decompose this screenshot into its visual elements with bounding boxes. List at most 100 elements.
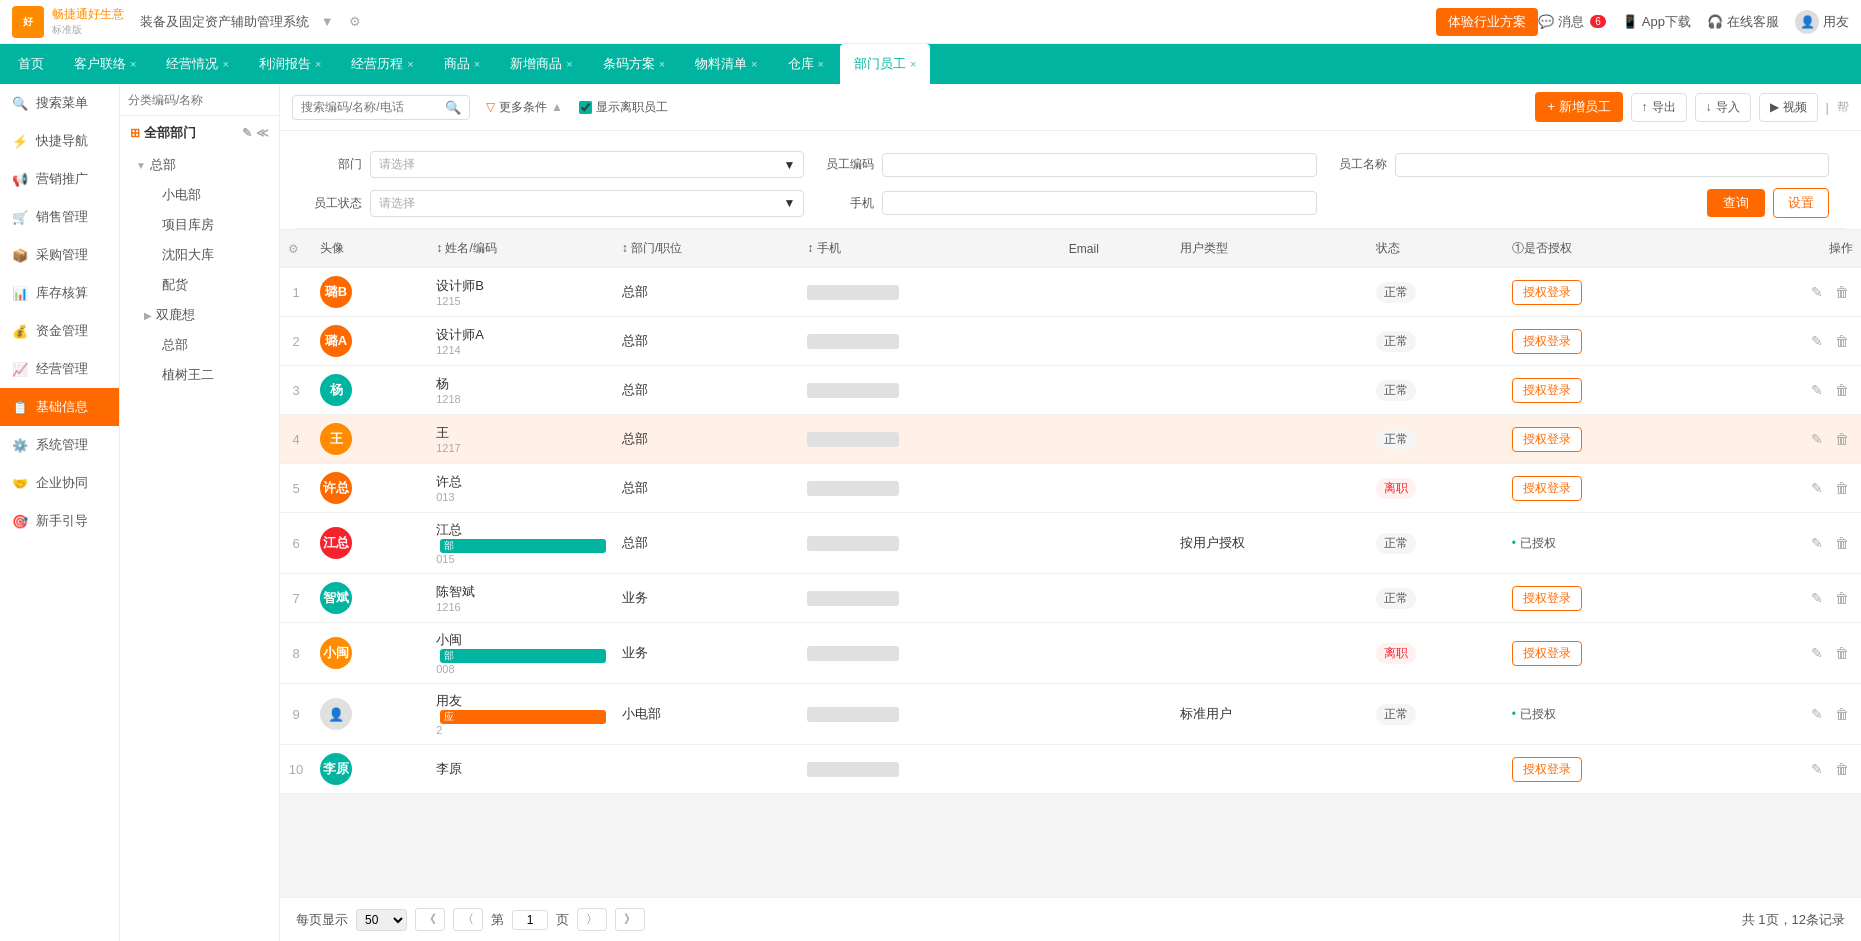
view-btn[interactable]: ▶ 视频 xyxy=(1759,93,1818,122)
phone-input[interactable] xyxy=(882,191,1316,215)
tab-close-icon[interactable]: × xyxy=(315,58,321,70)
filter-search-box[interactable]: 🔍 xyxy=(292,95,470,120)
auth-btn[interactable]: 授权登录 xyxy=(1512,280,1582,305)
help-icon[interactable]: | xyxy=(1826,100,1829,115)
auth-btn[interactable]: 授权登录 xyxy=(1512,427,1582,452)
dept-filter-select[interactable]: 请选择 ▼ xyxy=(370,151,804,178)
nav-tab-仓库[interactable]: 仓库× xyxy=(774,44,838,84)
delete-btn[interactable]: 🗑 xyxy=(1831,759,1853,779)
sidebar-item-guide[interactable]: 🎯新手引导 xyxy=(0,502,119,540)
tab-close-icon[interactable]: × xyxy=(818,58,824,70)
delete-btn[interactable]: 🗑 xyxy=(1831,282,1853,302)
collapse-arrow-icon[interactable]: ▼ xyxy=(136,160,146,171)
dept-node-沈阳大库[interactable]: 沈阳大库 xyxy=(120,240,279,270)
auth-btn[interactable]: 授权登录 xyxy=(1512,757,1582,782)
sidebar-item-system[interactable]: ⚙️系统管理 xyxy=(0,426,119,464)
edit-btn[interactable]: ✎ xyxy=(1807,478,1827,498)
dept-node-项目库房[interactable]: 项目库房 xyxy=(120,210,279,240)
tab-close-icon[interactable]: × xyxy=(130,58,136,70)
auth-btn[interactable]: 授权登录 xyxy=(1512,641,1582,666)
auth-btn[interactable]: 授权登录 xyxy=(1512,476,1582,501)
sidebar-item-sales[interactable]: 🛒销售管理 xyxy=(0,198,119,236)
dept-node-总部[interactable]: 总部 xyxy=(120,330,279,360)
dept-node-植树王二[interactable]: 植树王二 xyxy=(120,360,279,390)
delete-btn[interactable]: 🗑 xyxy=(1831,380,1853,400)
auth-btn[interactable]: 授权登录 xyxy=(1512,329,1582,354)
dept-search-input[interactable] xyxy=(128,93,278,107)
th-dept[interactable]: ↕ 部门/职位 xyxy=(614,230,800,268)
nav-tab-新增商品[interactable]: 新增商品× xyxy=(496,44,586,84)
last-page-btn[interactable]: 》 xyxy=(615,908,645,931)
th-name-code[interactable]: ↕ 姓名/编码 xyxy=(428,230,614,268)
nav-tab-客户联络[interactable]: 客户联络× xyxy=(60,44,150,84)
delete-btn[interactable]: 🗑 xyxy=(1831,588,1853,608)
dept-collapse-icon[interactable]: ≪ xyxy=(256,126,269,140)
more-icon[interactable]: 帮 xyxy=(1837,99,1849,116)
edit-btn[interactable]: ✎ xyxy=(1807,759,1827,779)
show-resigned-check[interactable]: 显示离职员工 xyxy=(579,99,668,116)
sidebar-item-basic[interactable]: 📋基础信息 xyxy=(0,388,119,426)
tab-close-icon[interactable]: × xyxy=(659,58,665,70)
collapse-arrow-icon[interactable]: ▶ xyxy=(144,310,152,321)
dept-node-总部[interactable]: ▼总部 xyxy=(120,150,279,180)
sidebar-item-finance[interactable]: 💰资金管理 xyxy=(0,312,119,350)
delete-btn[interactable]: 🗑 xyxy=(1831,478,1853,498)
dept-node-双鹿想[interactable]: ▶双鹿想 xyxy=(120,300,279,330)
auth-btn[interactable]: 授权登录 xyxy=(1512,586,1582,611)
message-btn[interactable]: 💬 消息 6 xyxy=(1538,13,1606,31)
next-page-btn[interactable]: 〉 xyxy=(577,908,607,931)
show-resigned-checkbox[interactable] xyxy=(579,101,592,114)
add-employee-btn[interactable]: + 新增员工 xyxy=(1535,92,1622,122)
sidebar-item-marketing[interactable]: 📢营销推广 xyxy=(0,160,119,198)
dropdown-arrow-icon[interactable]: ▼ xyxy=(321,14,334,29)
tab-close-icon[interactable]: × xyxy=(407,58,413,70)
tab-close-icon[interactable]: × xyxy=(910,58,916,70)
emp-status-select[interactable]: 请选择 ▼ xyxy=(370,190,804,217)
emp-name-input[interactable] xyxy=(1395,153,1829,177)
edit-btn[interactable]: ✎ xyxy=(1807,282,1827,302)
delete-btn[interactable]: 🗑 xyxy=(1831,331,1853,351)
dept-edit-icon[interactable]: ✎ xyxy=(242,126,252,140)
per-page-select[interactable]: 50 100 xyxy=(356,909,407,931)
sidebar-item-inventory[interactable]: 📊库存核算 xyxy=(0,274,119,312)
nav-tab-商品[interactable]: 商品× xyxy=(430,44,494,84)
tab-close-icon[interactable]: × xyxy=(222,58,228,70)
nav-tab-首页[interactable]: 首页 xyxy=(4,44,58,84)
edit-btn[interactable]: ✎ xyxy=(1807,704,1827,724)
edit-btn[interactable]: ✎ xyxy=(1807,380,1827,400)
edit-btn[interactable]: ✎ xyxy=(1807,429,1827,449)
sidebar-item-corp[interactable]: 🤝企业协同 xyxy=(0,464,119,502)
edit-btn[interactable]: ✎ xyxy=(1807,533,1827,553)
settings-icon[interactable]: ⚙ xyxy=(349,14,361,29)
sidebar-item-search[interactable]: 🔍搜索菜单 xyxy=(0,84,119,122)
edit-btn[interactable]: ✎ xyxy=(1807,588,1827,608)
dept-node-小电部[interactable]: 小电部 xyxy=(120,180,279,210)
delete-btn[interactable]: 🗑 xyxy=(1831,643,1853,663)
edit-btn[interactable]: ✎ xyxy=(1807,331,1827,351)
dept-node-配货[interactable]: 配货 xyxy=(120,270,279,300)
nav-tab-经营历程[interactable]: 经营历程× xyxy=(337,44,427,84)
set-btn[interactable]: 设置 xyxy=(1773,188,1829,218)
sidebar-item-purchase[interactable]: 📦采购管理 xyxy=(0,236,119,274)
experience-btn[interactable]: 体验行业方案 xyxy=(1436,8,1538,36)
import-btn[interactable]: ↓ 导入 xyxy=(1695,93,1751,122)
filter-search-input[interactable] xyxy=(301,100,441,114)
online-service-btn[interactable]: 🎧 在线客服 xyxy=(1707,13,1779,31)
table-settings-icon[interactable]: ⚙ xyxy=(288,242,299,256)
prev-page-btn[interactable]: 〈 xyxy=(453,908,483,931)
auth-btn[interactable]: 授权登录 xyxy=(1512,378,1582,403)
nav-tab-条码方案[interactable]: 条码方案× xyxy=(589,44,679,84)
tab-close-icon[interactable]: × xyxy=(751,58,757,70)
sidebar-item-quick[interactable]: ⚡快捷导航 xyxy=(0,122,119,160)
search-btn[interactable]: 查询 xyxy=(1707,189,1765,217)
nav-tab-部门员工[interactable]: 部门员工× xyxy=(840,44,930,84)
filter-search-icon[interactable]: 🔍 xyxy=(445,100,461,115)
nav-tab-物料清单[interactable]: 物料清单× xyxy=(681,44,771,84)
first-page-btn[interactable]: 《 xyxy=(415,908,445,931)
user-btn[interactable]: 👤 用友 xyxy=(1795,10,1849,34)
th-phone[interactable]: ↕ 手机 xyxy=(799,230,1061,268)
tab-close-icon[interactable]: × xyxy=(474,58,480,70)
more-conditions-btn[interactable]: ▽ 更多条件 ▲ xyxy=(478,95,571,120)
page-input[interactable] xyxy=(512,910,548,930)
app-download-btn[interactable]: 📱 App下载 xyxy=(1622,13,1691,31)
